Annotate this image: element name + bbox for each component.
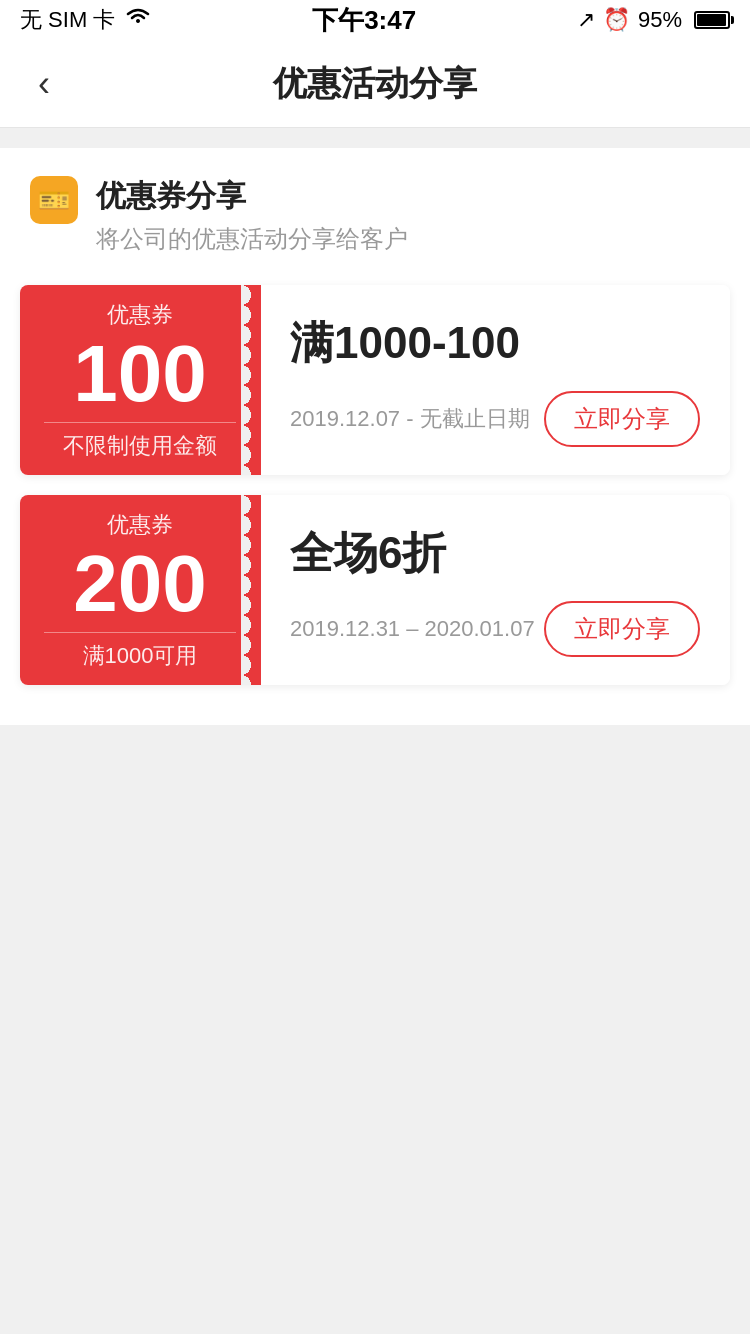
coupon-amount-1: 100 — [73, 334, 206, 414]
alarm-icon: ⏰ — [603, 7, 630, 33]
battery-icon — [694, 11, 730, 29]
coupon-label-2: 优惠券 — [107, 510, 173, 540]
section-text-block: 优惠券分享 将公司的优惠活动分享给客户 — [96, 176, 408, 255]
location-icon: ↗ — [577, 7, 595, 33]
back-button[interactable]: ‹ — [28, 53, 60, 115]
status-right: ↗ ⏰ 95% — [577, 7, 730, 33]
section-header: 🎫 优惠券分享 将公司的优惠活动分享给客户 — [0, 148, 750, 275]
status-bar: 无 SIM 卡 下午3:47 ↗ ⏰ 95% — [0, 0, 750, 40]
share-button-2[interactable]: 立即分享 — [544, 601, 700, 657]
coupon-divider-2 — [44, 632, 236, 633]
section-icon: 🎫 — [30, 176, 78, 224]
share-button-1[interactable]: 立即分享 — [544, 391, 700, 447]
coupon-name-2: 全场6折 — [290, 524, 700, 583]
coupon-amount-2: 200 — [73, 544, 206, 624]
coupon-icon: 🎫 — [38, 185, 70, 216]
coupon-left-1: 优惠券 100 不限制使用金额 — [20, 285, 260, 475]
coupon-condition-1: 不限制使用金额 — [63, 431, 217, 461]
coupon-name-1: 满1000-100 — [290, 314, 700, 373]
coupon-card-2: 优惠券 200 满1000可用 全场6折 2019.12.31 – 2020.0… — [20, 495, 730, 685]
page-title: 优惠活动分享 — [273, 61, 477, 107]
coupon-list: 优惠券 100 不限制使用金额 满1000-100 2019.12.07 - 无… — [0, 275, 750, 725]
status-left: 无 SIM 卡 — [20, 5, 151, 35]
section-gap — [0, 128, 750, 148]
coupon-meta-2: 2019.12.31 – 2020.01.07 立即分享 — [290, 601, 700, 657]
coupon-card-1: 优惠券 100 不限制使用金额 满1000-100 2019.12.07 - 无… — [20, 285, 730, 475]
nav-bar: ‹ 优惠活动分享 — [0, 40, 750, 128]
section-subtitle: 将公司的优惠活动分享给客户 — [96, 223, 408, 255]
coupon-condition-2: 满1000可用 — [83, 641, 198, 671]
coupon-left-2: 优惠券 200 满1000可用 — [20, 495, 260, 685]
bottom-area — [0, 725, 750, 1325]
coupon-date-2: 2019.12.31 – 2020.01.07 — [290, 616, 535, 642]
coupon-label-1: 优惠券 — [107, 300, 173, 330]
coupon-right-1: 满1000-100 2019.12.07 - 无截止日期 立即分享 — [260, 285, 730, 475]
status-time: 下午3:47 — [312, 3, 416, 38]
no-sim-text: 无 SIM 卡 — [20, 5, 115, 35]
section-title: 优惠券分享 — [96, 176, 408, 217]
coupon-divider-1 — [44, 422, 236, 423]
battery-text: 95% — [638, 7, 682, 33]
coupon-date-1: 2019.12.07 - 无截止日期 — [290, 404, 530, 434]
coupon-right-2: 全场6折 2019.12.31 – 2020.01.07 立即分享 — [260, 495, 730, 685]
coupon-meta-1: 2019.12.07 - 无截止日期 立即分享 — [290, 391, 700, 447]
wifi-icon — [125, 7, 151, 33]
